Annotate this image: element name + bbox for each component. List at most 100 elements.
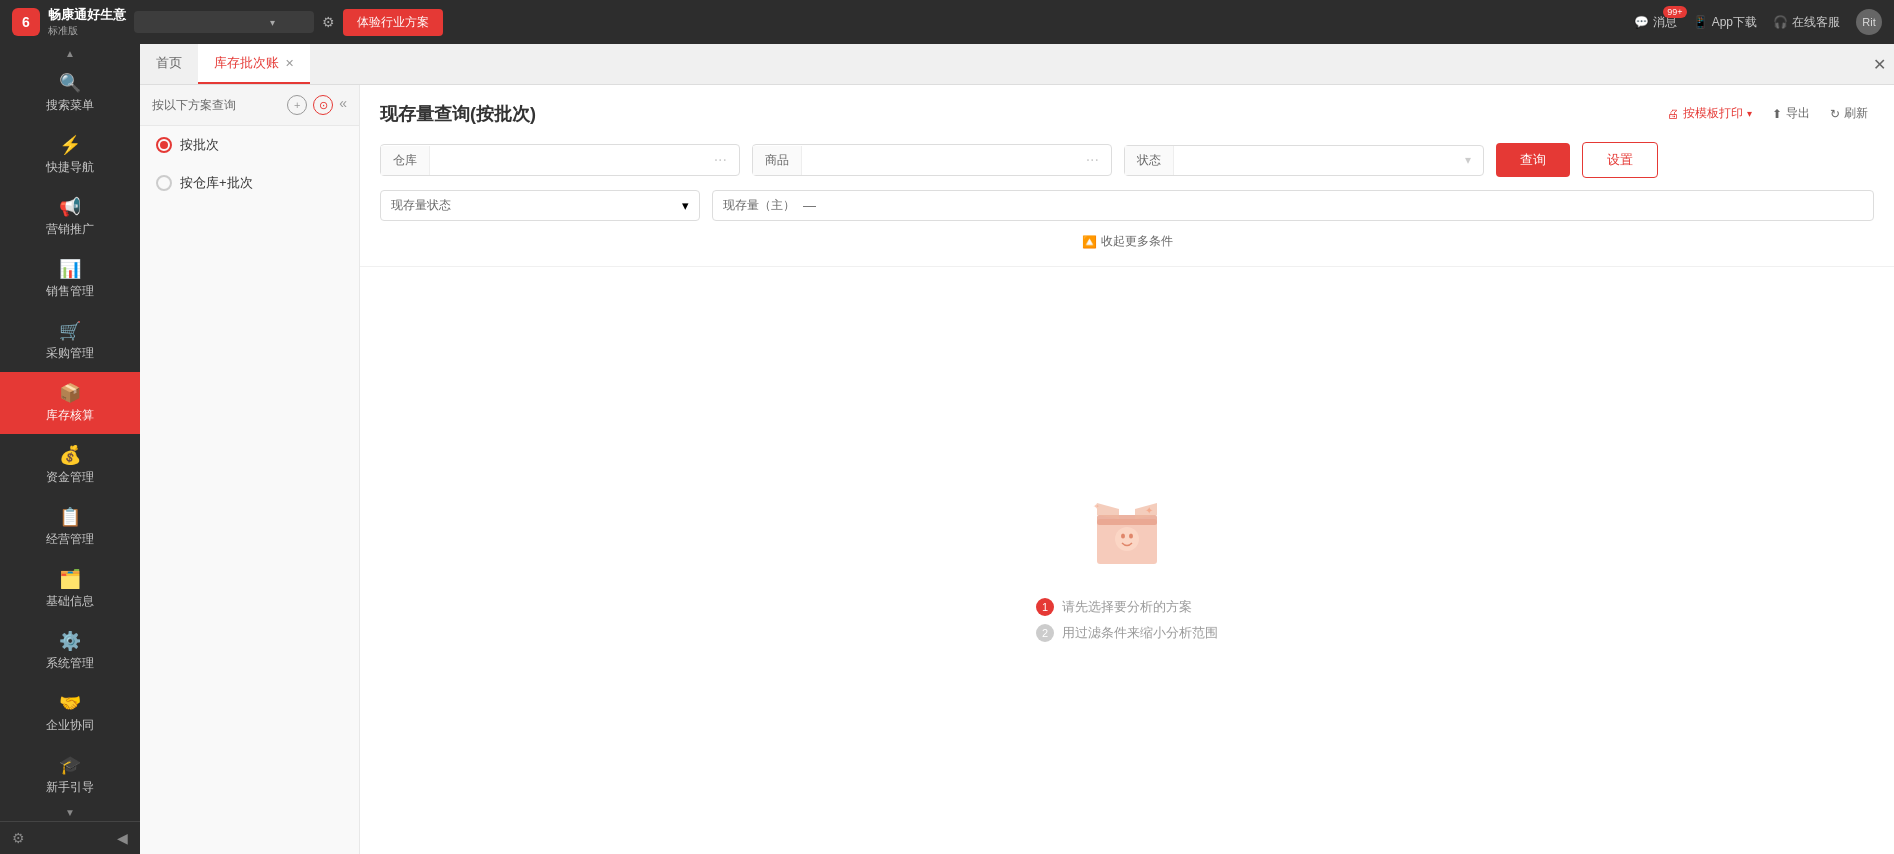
sidebar-item-inventory[interactable]: 📦 库存核算 (0, 372, 140, 434)
inventory-status-label: 现存量状态 (391, 197, 678, 214)
empty-state: ✦ ✦ 1 请先选择要分析的方案 2 用过滤条件来缩小分析范围 (360, 267, 1894, 854)
scheme-item-by-batch[interactable]: 按批次 (140, 126, 359, 164)
hint-num-1: 1 (1036, 598, 1054, 616)
empty-box-svg: ✦ ✦ (1077, 479, 1177, 579)
message-icon: 💬 (1634, 15, 1649, 29)
export-label: 导出 (1786, 105, 1810, 122)
empty-icon-wrap: ✦ ✦ (1077, 479, 1177, 582)
export-icon: ⬆ (1772, 107, 1782, 121)
sidebar-item-label: 营销推广 (46, 221, 94, 238)
message-badge: 99+ (1663, 6, 1686, 18)
main-layout: ▲ 🔍 搜索菜单 ⚡ 快捷导航 📢 营销推广 📊 销售管理 🛒 采购管理 (0, 44, 1894, 854)
query-button[interactable]: 查询 (1496, 143, 1570, 177)
warehouse-filter: 仓库 ··· (380, 144, 740, 176)
search-icon: 🔍 (59, 72, 81, 94)
export-button[interactable]: ⬆ 导出 (1766, 101, 1816, 126)
sidebar-item-enterprise[interactable]: 🤝 企业协同 (0, 682, 140, 744)
status-input[interactable] (1182, 153, 1461, 167)
sidebar-scroll-up[interactable]: ▲ (0, 44, 140, 62)
tab-batch-account[interactable]: 库存批次账 ✕ (198, 44, 310, 84)
sidebar-scroll-down[interactable]: ▼ (0, 803, 140, 821)
collapse-more-button[interactable]: 🔼 收起更多条件 (1082, 233, 1173, 250)
empty-hint-1-text: 请先选择要分析的方案 (1062, 598, 1192, 616)
sidebar-item-label: 经营管理 (46, 531, 94, 548)
print-icon: 🖨 (1667, 107, 1679, 121)
finance-icon: 💰 (59, 444, 81, 466)
status-chevron-icon[interactable]: ▾ (1461, 147, 1475, 173)
search-input[interactable] (144, 15, 264, 29)
sidebar-item-system[interactable]: ⚙️ 系统管理 (0, 620, 140, 682)
sidebar-item-finance[interactable]: 💰 资金管理 (0, 434, 140, 496)
quick-nav-icon: ⚡ (59, 134, 81, 156)
sidebar-item-operations[interactable]: 📋 经营管理 (0, 496, 140, 558)
sidebar-item-quick-nav[interactable]: ⚡ 快捷导航 (0, 124, 140, 186)
refresh-button[interactable]: ↻ 刷新 (1824, 101, 1874, 126)
avatar: Rit (1856, 9, 1882, 35)
product-input[interactable] (810, 153, 1082, 167)
tab-close-icon[interactable]: ✕ (285, 57, 294, 70)
scheme-label-by-batch: 按批次 (180, 136, 219, 154)
collapse-sidebar-icon[interactable]: ◀ (117, 830, 128, 846)
warehouse-input-wrap: ··· (430, 145, 739, 175)
tab-home[interactable]: 首页 (140, 44, 198, 84)
app-name: 畅康通好生意 (48, 6, 126, 24)
app-name-wrap: 畅康通好生意 标准版 (48, 6, 126, 38)
app-logo: 6 (12, 8, 40, 36)
warehouse-dots[interactable]: ··· (710, 145, 731, 175)
sidebar-item-sales[interactable]: 📊 销售管理 (0, 248, 140, 310)
trial-button[interactable]: 体验行业方案 (343, 9, 443, 36)
left-panel: 按以下方案查询 + ⊙ « 按批次 按仓库+批次 (140, 85, 360, 854)
svg-text:✦: ✦ (1093, 502, 1100, 511)
tab-home-label: 首页 (156, 54, 182, 72)
sidebar-item-marketing[interactable]: 📢 营销推广 (0, 186, 140, 248)
print-button[interactable]: 🖨 按模板打印 ▾ (1661, 101, 1758, 126)
online-service-item[interactable]: 🎧 在线客服 (1773, 14, 1840, 31)
filter-settings-button[interactable]: 设置 (1582, 142, 1658, 178)
scheme-item-by-warehouse-batch[interactable]: 按仓库+批次 (140, 164, 359, 202)
sidebar-item-purchase[interactable]: 🛒 采购管理 (0, 310, 140, 372)
sidebar-item-label: 采购管理 (46, 345, 94, 362)
product-filter: 商品 ··· (752, 144, 1112, 176)
sidebar-item-label: 系统管理 (46, 655, 94, 672)
sidebar-item-label: 企业协同 (46, 717, 94, 734)
sidebar-item-search[interactable]: 🔍 搜索菜单 (0, 62, 140, 124)
tab-bar: 首页 库存批次账 ✕ ✕ (140, 44, 1894, 85)
print-chevron-icon: ▾ (1747, 108, 1752, 119)
inventory-icon: 📦 (59, 382, 81, 404)
filter-row-1: 仓库 ··· 商品 ··· (380, 142, 1874, 178)
product-dots[interactable]: ··· (1082, 145, 1103, 175)
page-title-text: 现存量查询(按批次) (380, 102, 536, 126)
page-title: 现存量查询(按批次) 🖨 按模板打印 ▾ ⬆ 导出 (380, 101, 1874, 126)
status-input-wrap: ▾ (1174, 147, 1483, 173)
add-scheme-button[interactable]: + (287, 95, 307, 115)
sidebar-item-newcomer[interactable]: 🎓 新手引导 (0, 744, 140, 803)
user-avatar-item[interactable]: Rit (1856, 9, 1882, 35)
system-icon: ⚙️ (59, 630, 81, 652)
top-bar-right: 💬 消息 99+ 📱 App下载 🎧 在线客服 Rit (1634, 9, 1882, 35)
scheme-radio-by-batch (156, 137, 172, 153)
sidebar-items: 🔍 搜索菜单 ⚡ 快捷导航 📢 营销推广 📊 销售管理 🛒 采购管理 📦 (0, 62, 140, 803)
hint-num-2: 2 (1036, 624, 1054, 642)
status-label: 状态 (1125, 146, 1174, 175)
message-item[interactable]: 💬 消息 99+ (1634, 14, 1677, 31)
sidebar-item-basic[interactable]: 🗂️ 基础信息 (0, 558, 140, 620)
inventory-status-filter[interactable]: 现存量状态 ▾ (380, 190, 700, 221)
operations-icon: 📋 (59, 506, 81, 528)
collapse-more-wrap: 🔼 收起更多条件 (380, 229, 1874, 258)
app-download-item[interactable]: 📱 App下载 (1693, 14, 1757, 31)
svg-point-2 (1115, 527, 1139, 551)
warehouse-input[interactable] (438, 153, 710, 167)
sales-icon: 📊 (59, 258, 81, 280)
empty-hint-2-text: 用过滤条件来缩小分析范围 (1062, 624, 1218, 642)
inventory-quantity-label: 现存量（主） (723, 197, 795, 214)
collapse-left-panel-button[interactable]: « (339, 95, 347, 115)
search-bar-wrap[interactable]: ▾ (134, 11, 314, 33)
scheme-settings-button[interactable]: ⊙ (313, 95, 333, 115)
settings-icon[interactable]: ⚙ (12, 830, 25, 846)
scheme-label-by-warehouse-batch: 按仓库+批次 (180, 174, 253, 192)
empty-hint-1: 1 请先选择要分析的方案 (1036, 598, 1218, 616)
close-panel-button[interactable]: ✕ (1873, 55, 1886, 74)
sidebar-item-label: 快捷导航 (46, 159, 94, 176)
gear-icon[interactable]: ⚙ (322, 14, 335, 30)
newcomer-icon: 🎓 (59, 754, 81, 776)
